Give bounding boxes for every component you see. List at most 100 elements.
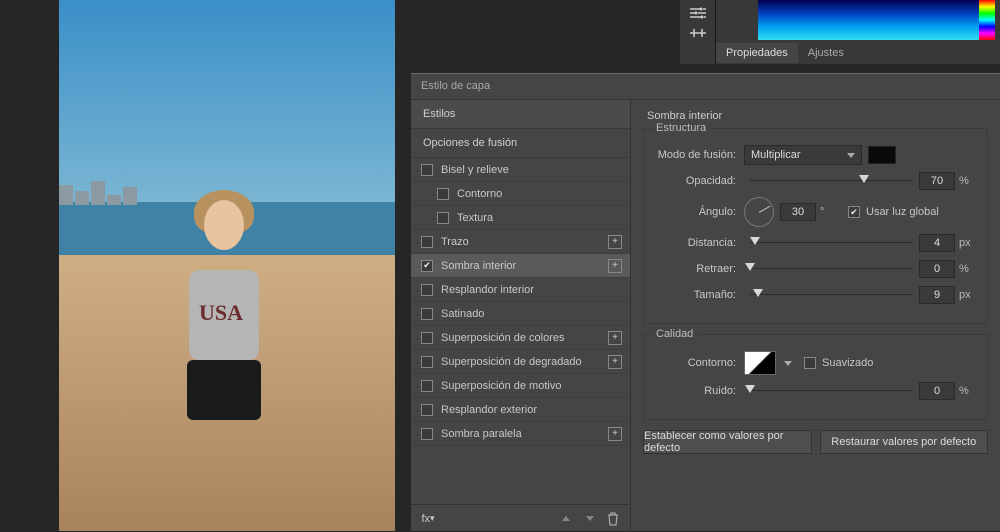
size-input[interactable]: 9 — [919, 286, 955, 304]
add-color-overlay-icon[interactable]: + — [608, 331, 622, 345]
dialog-title: Estilo de capa — [411, 74, 1000, 100]
global-light-checkbox[interactable] — [848, 206, 860, 218]
checkbox-color-overlay[interactable] — [421, 332, 433, 344]
angle-label: Ángulo: — [654, 206, 744, 218]
noise-unit: % — [959, 385, 977, 397]
structure-group: Estructura Modo de fusión: Multiplicar O… — [643, 128, 988, 324]
style-pattern-overlay[interactable]: Superposición de motivo — [411, 374, 630, 398]
reset-default-button[interactable]: Restaurar valores por defecto — [820, 430, 989, 454]
distance-slider[interactable] — [750, 236, 913, 250]
choke-unit: % — [959, 263, 977, 275]
style-label: Superposición de colores — [441, 332, 565, 344]
section-title: Sombra interior — [647, 110, 988, 122]
color-hue-strip[interactable] — [979, 0, 995, 40]
antialias-label: Suavizado — [822, 357, 873, 369]
checkbox-stroke[interactable] — [421, 236, 433, 248]
structure-label: Estructura — [652, 122, 710, 134]
checkbox-satin[interactable] — [421, 308, 433, 320]
style-satin[interactable]: Satinado — [411, 302, 630, 326]
style-color-overlay[interactable]: Superposición de colores + — [411, 326, 630, 350]
checkbox-inner-shadow[interactable] — [421, 260, 433, 272]
tab-properties[interactable]: Propiedades — [716, 43, 798, 63]
color-panel[interactable] — [758, 0, 992, 40]
opacity-label: Opacidad: — [654, 175, 744, 187]
add-drop-shadow-icon[interactable]: + — [608, 427, 622, 441]
opacity-unit: % — [959, 175, 977, 187]
blending-options[interactable]: Opciones de fusión — [411, 129, 630, 158]
styles-list: Estilos Opciones de fusión Bisel y relie… — [411, 100, 631, 532]
style-label: Satinado — [441, 308, 484, 320]
style-texture[interactable]: Textura — [411, 206, 630, 230]
style-label: Bisel y relieve — [441, 164, 509, 176]
checkbox-bevel[interactable] — [421, 164, 433, 176]
antialias-checkbox[interactable] — [804, 357, 816, 369]
style-label: Superposición de motivo — [441, 380, 561, 392]
quality-group: Calidad Contorno: Suavizado Ruido: 0 % — [643, 334, 988, 420]
size-unit: px — [959, 289, 977, 301]
sliders-icon[interactable] — [689, 6, 707, 20]
style-stroke[interactable]: Trazo + — [411, 230, 630, 254]
add-gradient-overlay-icon[interactable]: + — [608, 355, 622, 369]
chevron-down-icon[interactable] — [784, 361, 792, 366]
style-gradient-overlay[interactable]: Superposición de degradado + — [411, 350, 630, 374]
adjust-icon[interactable] — [689, 26, 707, 40]
defaults-buttons: Establecer como valores por defecto Rest… — [643, 430, 988, 454]
angle-unit: ° — [820, 206, 838, 218]
checkbox-inner-glow[interactable] — [421, 284, 433, 296]
size-label: Tamaño: — [654, 289, 744, 301]
style-label: Superposición de degradado — [441, 356, 582, 368]
chevron-down-icon — [847, 153, 855, 158]
blend-mode-label: Modo de fusión: — [654, 149, 744, 161]
checkbox-pattern-overlay[interactable] — [421, 380, 433, 392]
fx-menu-icon[interactable]: fx▾ — [419, 510, 437, 528]
subject: USA — [149, 180, 299, 500]
checkbox-contour[interactable] — [437, 188, 449, 200]
style-label: Sombra paralela — [441, 428, 522, 440]
noise-label: Ruido: — [654, 385, 744, 397]
canvas-image[interactable]: USA — [59, 0, 395, 531]
contour-label: Contorno: — [654, 357, 744, 369]
opacity-input[interactable]: 70 — [919, 172, 955, 190]
choke-input[interactable]: 0 — [919, 260, 955, 278]
noise-slider[interactable] — [750, 384, 913, 398]
angle-dial[interactable] — [744, 197, 774, 227]
add-stroke-icon[interactable]: + — [608, 235, 622, 249]
blend-mode-select[interactable]: Multiplicar — [744, 145, 862, 165]
styles-header[interactable]: Estilos — [411, 100, 630, 129]
style-outer-glow[interactable]: Resplandor exterior — [411, 398, 630, 422]
style-inner-glow[interactable]: Resplandor interior — [411, 278, 630, 302]
quality-label: Calidad — [652, 328, 697, 340]
checkbox-texture[interactable] — [437, 212, 449, 224]
style-drop-shadow[interactable]: Sombra paralela + — [411, 422, 630, 446]
trash-icon[interactable] — [604, 510, 622, 528]
style-inner-shadow[interactable]: Sombra interior + — [411, 254, 630, 278]
styles-footer: fx▾ — [411, 504, 630, 532]
checkbox-gradient-overlay[interactable] — [421, 356, 433, 368]
opacity-slider[interactable] — [750, 174, 913, 188]
style-label: Contorno — [457, 188, 502, 200]
style-contour[interactable]: Contorno — [411, 182, 630, 206]
checkbox-drop-shadow[interactable] — [421, 428, 433, 440]
style-label: Resplandor interior — [441, 284, 534, 296]
contour-picker[interactable] — [744, 351, 776, 375]
add-inner-shadow-icon[interactable]: + — [608, 259, 622, 273]
checkbox-outer-glow[interactable] — [421, 404, 433, 416]
panel-tabs: Propiedades Ajustes — [716, 42, 1000, 64]
size-slider[interactable] — [750, 288, 913, 302]
choke-slider[interactable] — [750, 262, 913, 276]
distance-input[interactable]: 4 — [919, 234, 955, 252]
move-up-icon[interactable] — [556, 510, 574, 528]
move-down-icon[interactable] — [580, 510, 598, 528]
shadow-color-swatch[interactable] — [868, 146, 896, 164]
style-label: Sombra interior — [441, 260, 516, 272]
angle-input[interactable]: 30 — [780, 203, 816, 221]
style-label: Textura — [457, 212, 493, 224]
shirt-text: USA — [199, 300, 243, 326]
noise-input[interactable]: 0 — [919, 382, 955, 400]
style-bevel-emboss[interactable]: Bisel y relieve — [411, 158, 630, 182]
tab-adjustments[interactable]: Ajustes — [798, 43, 854, 63]
tool-options-column — [680, 0, 716, 64]
distance-unit: px — [959, 237, 977, 249]
global-light-label: Usar luz global — [866, 206, 939, 218]
make-default-button[interactable]: Establecer como valores por defecto — [643, 430, 812, 454]
